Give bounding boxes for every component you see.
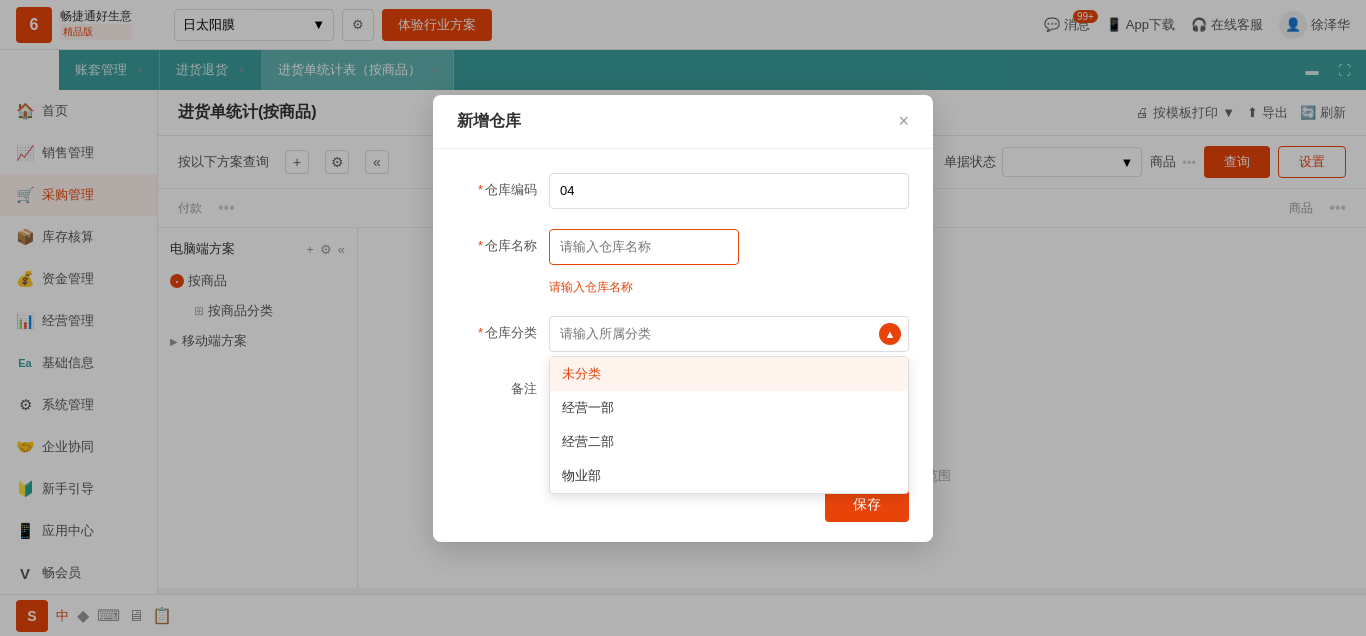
category-label: *仓库分类 — [457, 316, 537, 342]
notes-label: 备注 — [457, 372, 537, 398]
form-row-name: *仓库名称 请输入仓库名称 — [457, 229, 909, 296]
form-row-code: *仓库编码 — [457, 173, 909, 209]
form-row-name-inner: *仓库名称 — [457, 229, 909, 265]
category-dropdown: ▲ 未分类 经营一部 经营二部 物业部 — [549, 316, 909, 352]
modal-body: *仓库编码 *仓库名称 请输入仓库名称 — [433, 149, 933, 476]
dropdown-item-ops1[interactable]: 经营一部 — [550, 391, 908, 425]
warehouse-name-error: 请输入仓库名称 — [549, 279, 633, 296]
modal-header: 新增仓库 × — [433, 95, 933, 149]
dropdown-arrow-btn[interactable]: ▲ — [879, 323, 901, 345]
warehouse-name-input[interactable] — [549, 229, 739, 265]
warehouse-name-wrap — [549, 229, 909, 265]
dropdown-item-unclassified[interactable]: 未分类 — [550, 357, 908, 391]
modal-close-btn[interactable]: × — [898, 112, 909, 130]
warehouse-name-label: *仓库名称 — [457, 229, 537, 265]
warehouse-code-label: *仓库编码 — [457, 173, 537, 199]
modal-title: 新增仓库 — [457, 111, 521, 132]
modal-overlay: 新增仓库 × *仓库编码 *仓库名称 — [0, 0, 1366, 636]
dropdown-item-ops2[interactable]: 经营二部 — [550, 425, 908, 459]
dropdown-list: 未分类 经营一部 经营二部 物业部 — [549, 356, 909, 494]
error-row: 请输入仓库名称 — [457, 277, 909, 296]
modal-new-warehouse: 新增仓库 × *仓库编码 *仓库名称 — [433, 95, 933, 542]
form-row-category: *仓库分类 ▲ 未分类 经营一部 经营二部 物业部 — [457, 316, 909, 352]
warehouse-code-input[interactable] — [549, 173, 909, 209]
category-input[interactable] — [549, 316, 909, 352]
dropdown-item-property[interactable]: 物业部 — [550, 459, 908, 493]
